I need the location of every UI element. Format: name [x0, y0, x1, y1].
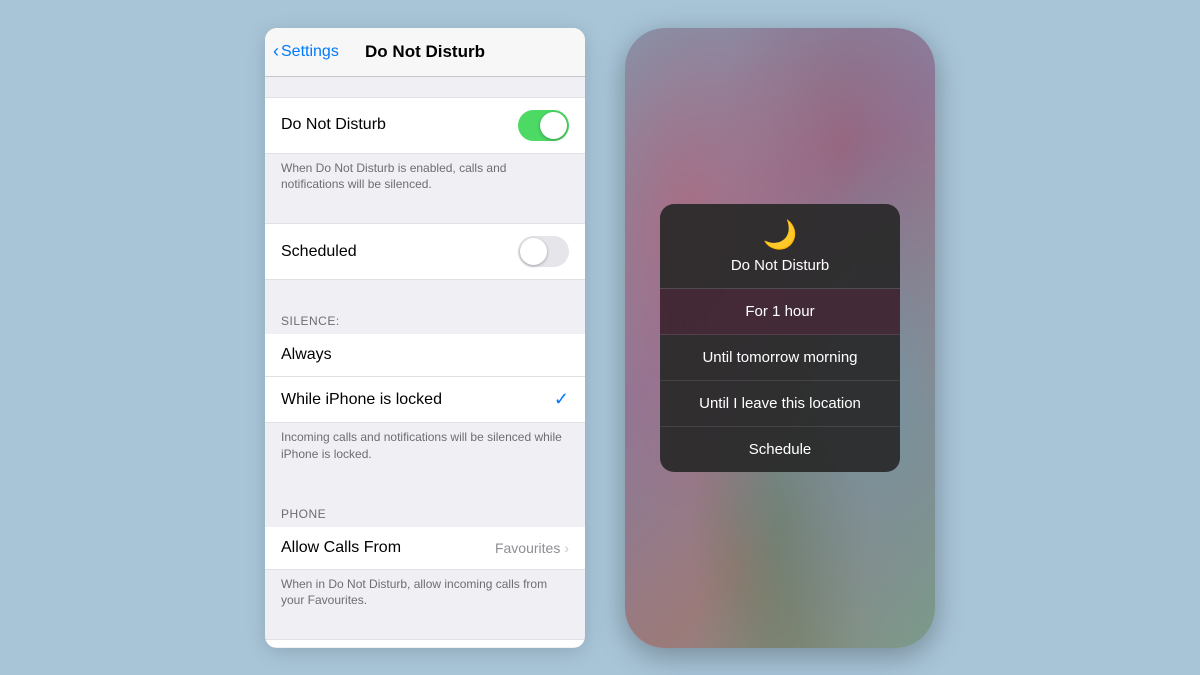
allow-calls-nav: Favourites › — [495, 540, 569, 556]
settings-header: ‹ Settings Do Not Disturb — [265, 28, 585, 77]
scheduled-toggle[interactable] — [518, 236, 569, 267]
allow-calls-label: Allow Calls From — [281, 539, 401, 557]
scheduled-label: Scheduled — [281, 243, 357, 261]
moon-icon: 🌙 — [676, 218, 884, 251]
dnd-label: Do Not Disturb — [281, 116, 386, 134]
silence-header: SILENCE: — [265, 300, 585, 334]
while-locked-cell[interactable]: While iPhone is locked ✓ — [265, 377, 585, 423]
allow-calls-value: Favourites — [495, 540, 560, 556]
phone-panel: 🌙 Do Not Disturb For 1 hour Until tomorr… — [625, 28, 935, 648]
scheduled-toggle-knob — [520, 238, 547, 265]
back-button[interactable]: ‹ Settings — [273, 41, 339, 62]
back-label[interactable]: Settings — [281, 43, 339, 61]
while-locked-label: While iPhone is locked — [281, 391, 442, 409]
phone-section: PHONE Allow Calls From Favourites › When… — [265, 493, 585, 620]
context-menu-header: 🌙 Do Not Disturb — [660, 204, 900, 289]
phone-desc: When in Do Not Disturb, allow incoming c… — [265, 570, 585, 620]
allow-calls-cell[interactable]: Allow Calls From Favourites › — [265, 527, 585, 570]
phone-header: PHONE — [265, 493, 585, 527]
always-label: Always — [281, 346, 332, 364]
context-menu-title: Do Not Disturb — [676, 257, 884, 274]
toggle-knob — [540, 112, 567, 139]
always-cell[interactable]: Always — [265, 334, 585, 377]
scheduled-section: Scheduled — [265, 223, 585, 280]
checkmark-icon: ✓ — [554, 389, 569, 410]
scheduled-cell[interactable]: Scheduled — [265, 223, 585, 280]
back-chevron-icon: ‹ — [273, 41, 279, 62]
repeated-calls-section: Repeated Calls A second call from the sa… — [265, 639, 585, 646]
context-menu: 🌙 Do Not Disturb For 1 hour Until tomorr… — [660, 204, 900, 472]
silence-desc: Incoming calls and notifications will be… — [265, 423, 585, 473]
dnd-toggle-cell[interactable]: Do Not Disturb — [265, 97, 585, 154]
menu-item-for-hour[interactable]: For 1 hour — [660, 289, 900, 335]
page-title: Do Not Disturb — [365, 42, 485, 62]
menu-item-schedule[interactable]: Schedule — [660, 427, 900, 472]
silence-section: SILENCE: Always While iPhone is locked ✓… — [265, 300, 585, 473]
repeated-calls-cell[interactable]: Repeated Calls — [265, 639, 585, 646]
settings-panel: ‹ Settings Do Not Disturb Do Not Disturb… — [265, 28, 585, 648]
dnd-desc: When Do Not Disturb is enabled, calls an… — [265, 154, 585, 204]
chevron-right-icon: › — [564, 540, 569, 556]
settings-content: Do Not Disturb When Do Not Disturb is en… — [265, 77, 585, 647]
menu-item-until-tomorrow[interactable]: Until tomorrow morning — [660, 335, 900, 381]
menu-item-until-leave[interactable]: Until I leave this location — [660, 381, 900, 427]
dnd-toggle[interactable] — [518, 110, 569, 141]
dnd-section: Do Not Disturb When Do Not Disturb is en… — [265, 97, 585, 204]
